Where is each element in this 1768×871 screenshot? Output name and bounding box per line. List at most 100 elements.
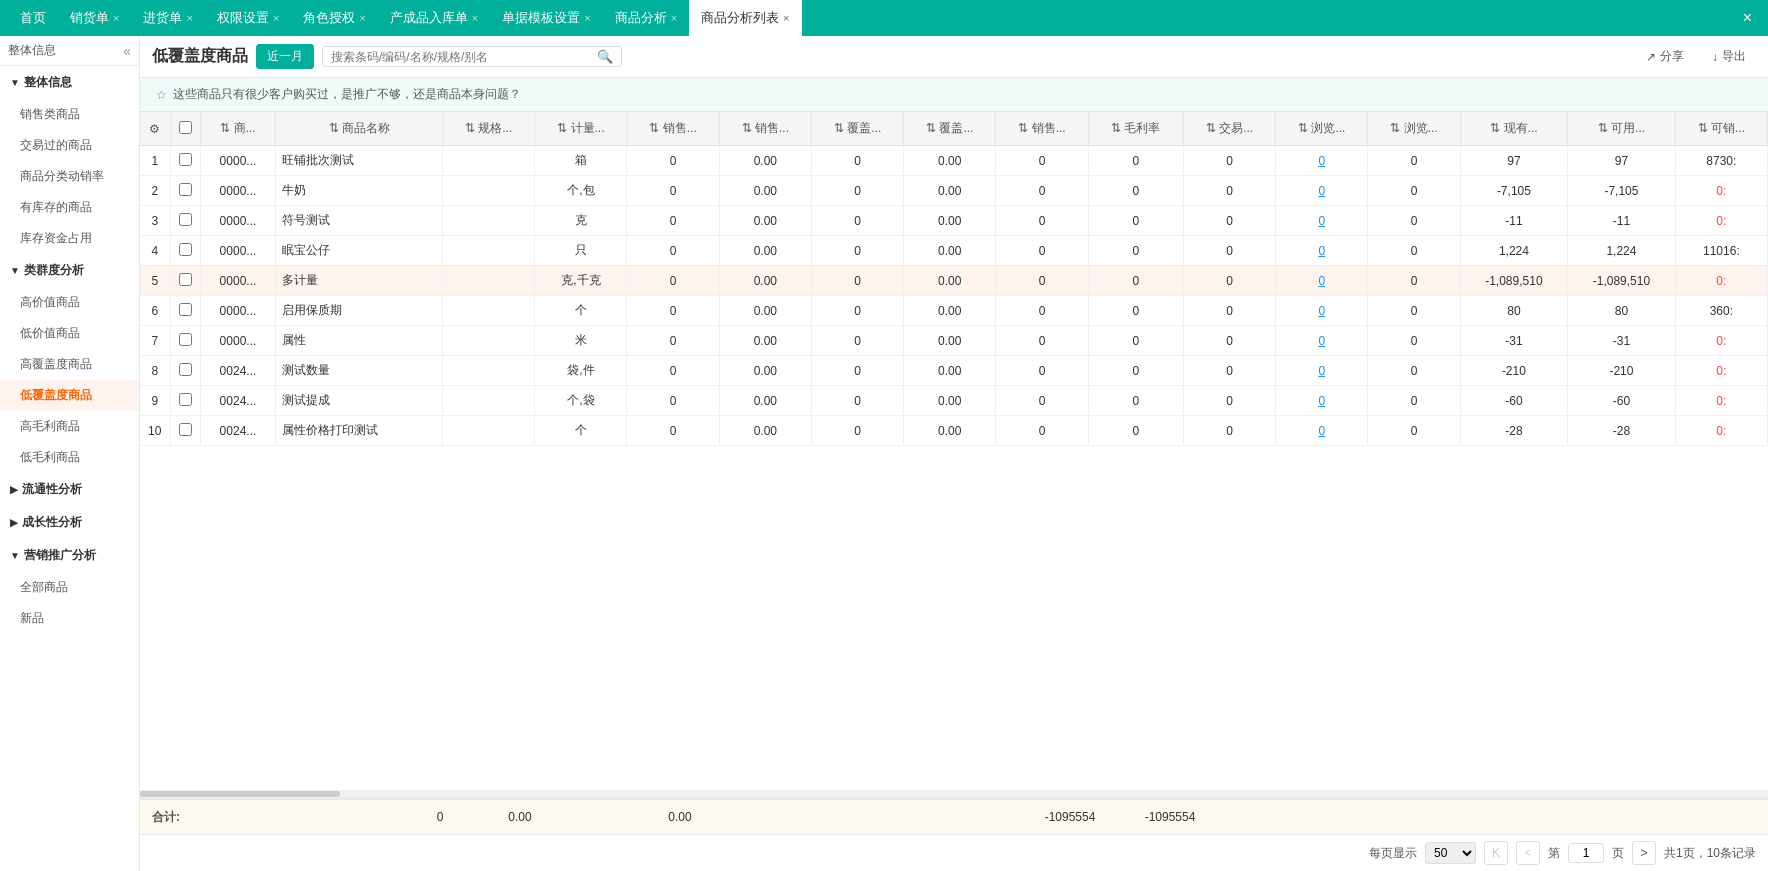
th-checkbox[interactable] — [170, 112, 200, 146]
sidebar-item-low-value[interactable]: 低价值商品 — [0, 318, 139, 349]
cell-view1[interactable]: 0 — [1276, 356, 1368, 386]
sidebar-item-high-coverage[interactable]: 高覆盖度商品 — [0, 349, 139, 380]
export-button[interactable]: ↓ 导出 — [1702, 44, 1756, 69]
sort-icon[interactable]: ⇅ — [1698, 121, 1708, 135]
row-checkbox[interactable] — [179, 273, 192, 286]
table-container[interactable]: ⚙ ⇅ 商... ⇅ 商品名称 ⇅ 规格... ⇅ 计量... ⇅ 销售... … — [140, 112, 1768, 790]
cell-saleable: 0: — [1675, 176, 1767, 206]
row-checkbox[interactable] — [179, 333, 192, 346]
scrollbar-thumb[interactable] — [140, 791, 340, 797]
sidebar-item-all-goods[interactable]: 全部商品 — [0, 572, 139, 603]
sidebar-item-capital[interactable]: 库存资金占用 — [0, 223, 139, 254]
cell-view1[interactable]: 0 — [1276, 236, 1368, 266]
nav-permission[interactable]: 权限设置 × — [205, 0, 291, 36]
cell-view1[interactable]: 0 — [1276, 266, 1368, 296]
sidebar-section-marketing[interactable]: ▼ 营销推广分析 — [0, 539, 139, 572]
nav-sales[interactable]: 销货单 × — [58, 0, 131, 36]
select-all-checkbox[interactable] — [179, 121, 192, 134]
sidebar-item-inventory-goods[interactable]: 有库存的商品 — [0, 192, 139, 223]
cell-checkbox[interactable] — [170, 146, 200, 176]
sort-icon[interactable]: ⇅ — [742, 121, 752, 135]
nav-purchase[interactable]: 进货单 × — [131, 0, 204, 36]
search-icon[interactable]: 🔍 — [597, 49, 613, 64]
close-icon[interactable]: × — [273, 12, 279, 24]
prev-page-button[interactable]: < — [1516, 841, 1540, 865]
sidebar-item-sales-goods[interactable]: 销售类商品 — [0, 99, 139, 130]
cell-checkbox[interactable] — [170, 386, 200, 416]
cell-view1[interactable]: 0 — [1276, 386, 1368, 416]
row-checkbox[interactable] — [179, 423, 192, 436]
sort-icon[interactable]: ⇅ — [1598, 121, 1608, 135]
row-checkbox[interactable] — [179, 183, 192, 196]
sidebar-section-growth[interactable]: ▶ 成长性分析 — [0, 506, 139, 539]
cell-checkbox[interactable] — [170, 326, 200, 356]
sort-icon[interactable]: ⇅ — [926, 121, 936, 135]
cell-view1[interactable]: 0 — [1276, 326, 1368, 356]
nav-role[interactable]: 角色授权 × — [291, 0, 377, 36]
cell-checkbox[interactable] — [170, 416, 200, 446]
sort-icon[interactable]: ⇅ — [1490, 121, 1500, 135]
sidebar-section-cluster[interactable]: ▼ 类群度分析 — [0, 254, 139, 287]
close-icon[interactable]: × — [113, 12, 119, 24]
row-checkbox[interactable] — [179, 243, 192, 256]
window-close-button[interactable]: × — [1735, 9, 1760, 27]
sidebar-item-high-value[interactable]: 高价值商品 — [0, 287, 139, 318]
sidebar-item-low-margin[interactable]: 低毛利商品 — [0, 442, 139, 473]
nav-product-analysis[interactable]: 商品分析 × — [603, 0, 689, 36]
sidebar-item-new-goods[interactable]: 新品 — [0, 603, 139, 634]
sidebar-section-liquidity[interactable]: ▶ 流通性分析 — [0, 473, 139, 506]
search-input[interactable] — [331, 50, 597, 64]
sidebar-section-overall[interactable]: ▼ 整体信息 — [0, 66, 139, 99]
nav-home[interactable]: 首页 — [8, 0, 58, 36]
row-checkbox[interactable] — [179, 363, 192, 376]
cell-view1[interactable]: 0 — [1276, 206, 1368, 236]
sidebar-item-traded-goods[interactable]: 交易过的商品 — [0, 130, 139, 161]
sort-icon[interactable]: ⇅ — [1298, 121, 1308, 135]
close-icon[interactable]: × — [186, 12, 192, 24]
first-page-button[interactable]: K — [1484, 841, 1508, 865]
row-checkbox[interactable] — [179, 303, 192, 316]
nav-product-analysis-list[interactable]: 商品分析列表 × — [689, 0, 801, 36]
close-icon[interactable]: × — [783, 12, 789, 24]
close-icon[interactable]: × — [584, 12, 590, 24]
nav-template[interactable]: 单据模板设置 × — [490, 0, 602, 36]
nav-product-in[interactable]: 产成品入库单 × — [378, 0, 490, 36]
sidebar-item-category-rate[interactable]: 商品分类动销率 — [0, 161, 139, 192]
cell-view1[interactable]: 0 — [1276, 176, 1368, 206]
cell-view1[interactable]: 0 — [1276, 416, 1368, 446]
cell-checkbox[interactable] — [170, 206, 200, 236]
share-button[interactable]: ↗ 分享 — [1636, 44, 1694, 69]
filter-recent-month[interactable]: 近一月 — [256, 44, 314, 69]
sort-icon[interactable]: ⇅ — [1206, 121, 1216, 135]
sidebar-item-high-margin[interactable]: 高毛利商品 — [0, 411, 139, 442]
sort-icon[interactable]: ⇅ — [220, 121, 230, 135]
sidebar-collapse-button[interactable]: « — [123, 43, 131, 59]
cell-checkbox[interactable] — [170, 266, 200, 296]
sort-icon[interactable]: ⇅ — [465, 121, 475, 135]
sort-icon[interactable]: ⇅ — [557, 121, 567, 135]
close-icon[interactable]: × — [472, 12, 478, 24]
sort-icon[interactable]: ⇅ — [1018, 121, 1028, 135]
row-checkbox[interactable] — [179, 393, 192, 406]
row-checkbox[interactable] — [179, 153, 192, 166]
sort-icon[interactable]: ⇅ — [649, 121, 659, 135]
sidebar-item-low-coverage[interactable]: 低覆盖度商品 — [0, 380, 139, 411]
cell-checkbox[interactable] — [170, 356, 200, 386]
cell-view1[interactable]: 0 — [1276, 146, 1368, 176]
cell-checkbox[interactable] — [170, 236, 200, 266]
horizontal-scrollbar[interactable] — [140, 790, 1768, 798]
sort-icon[interactable]: ⇅ — [329, 121, 339, 135]
sort-icon[interactable]: ⇅ — [1390, 121, 1400, 135]
per-page-select[interactable]: 50 20 100 — [1425, 842, 1476, 864]
close-icon[interactable]: × — [359, 12, 365, 24]
th-settings[interactable]: ⚙ — [140, 112, 170, 146]
row-checkbox[interactable] — [179, 213, 192, 226]
cell-view1[interactable]: 0 — [1276, 296, 1368, 326]
close-icon[interactable]: × — [671, 12, 677, 24]
next-page-button[interactable]: > — [1632, 841, 1656, 865]
sort-icon[interactable]: ⇅ — [834, 121, 844, 135]
sort-icon[interactable]: ⇅ — [1111, 121, 1121, 135]
current-page-input[interactable] — [1568, 843, 1604, 863]
cell-checkbox[interactable] — [170, 176, 200, 206]
cell-checkbox[interactable] — [170, 296, 200, 326]
